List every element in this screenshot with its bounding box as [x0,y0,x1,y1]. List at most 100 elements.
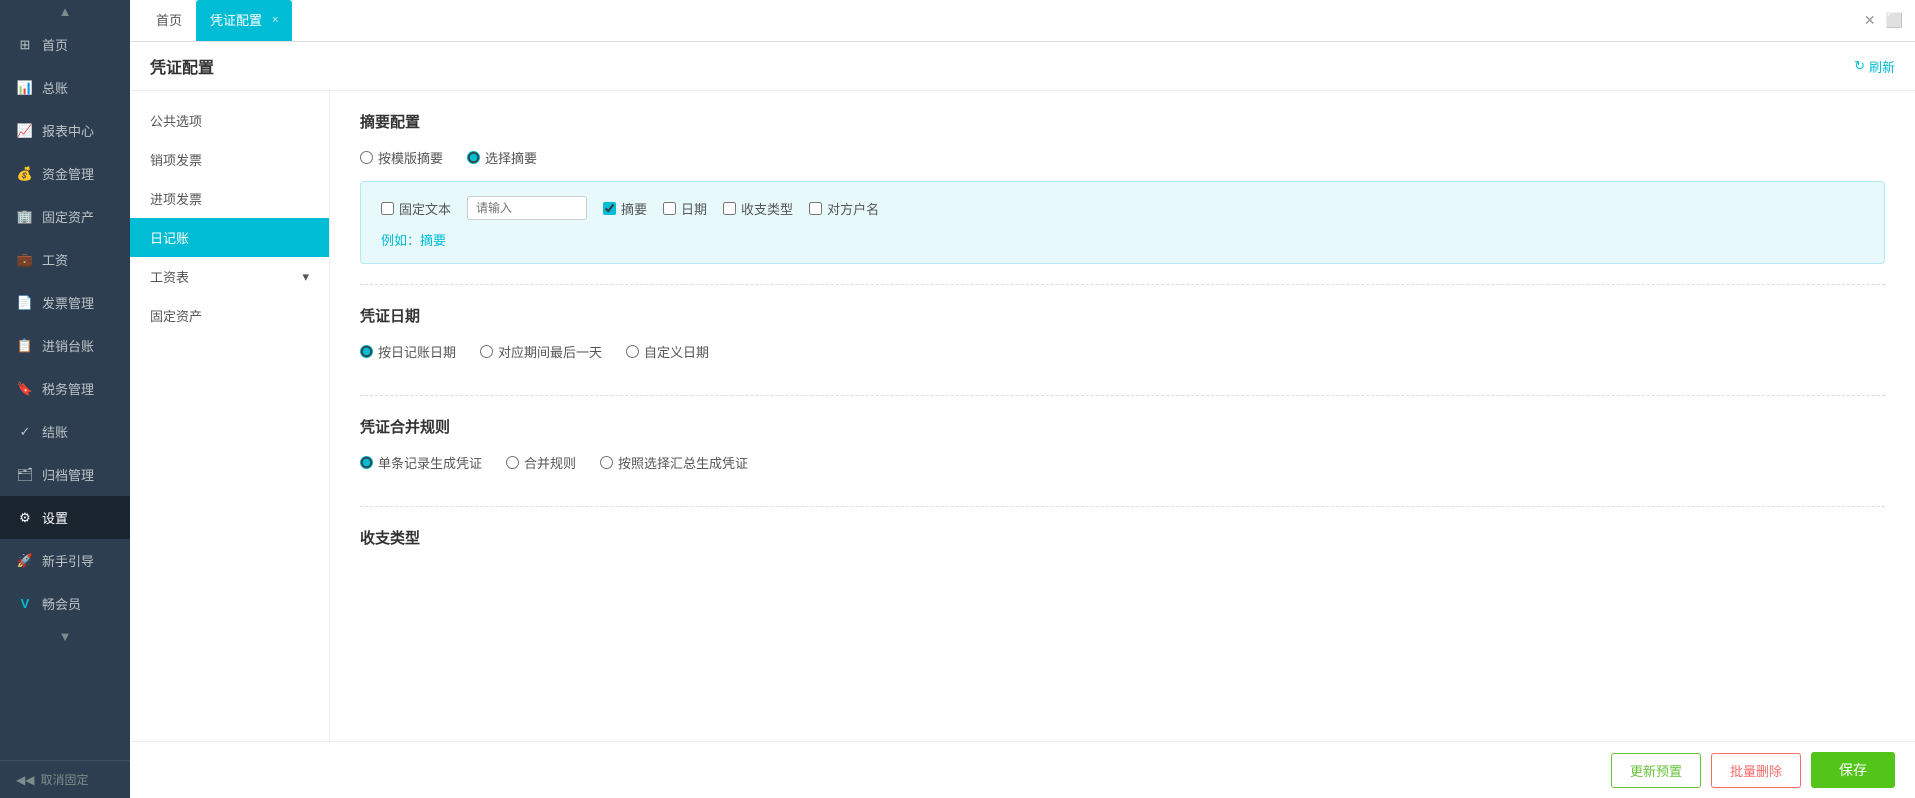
checkbox-date-input[interactable] [663,202,676,215]
sidebar-item-payroll[interactable]: 💼 工资 [0,238,130,281]
checkbox-summary-input[interactable] [603,202,616,215]
tab-bar: 首页 凭证配置 × ✕ ⬜ [130,0,1915,42]
right-content: 摘要配置 按模版摘要 选择摘要 [330,91,1915,741]
pin-icon: ◀◀ [16,773,34,787]
radio-select-merge-input[interactable] [600,456,613,469]
left-nav-public[interactable]: 公共选项 [130,101,329,140]
sidebar-item-label: 归档管理 [42,465,94,484]
radio-last-day-input[interactable] [480,345,493,358]
footer-bar: 更新预置 批量删除 保存 [130,741,1915,798]
page-content: 凭证配置 ↻ 刷新 公共选项 销项发票 进项发票 日记账 [130,42,1915,798]
sidebar-item-sales-ledger[interactable]: 📋 进销台账 [0,324,130,367]
radio-custom-date-input[interactable] [626,345,639,358]
radio-custom-date[interactable]: 自定义日期 [626,342,709,361]
left-nav-purchase-invoice[interactable]: 进项发票 [130,179,329,218]
checkbox-summary[interactable]: 摘要 [603,199,647,218]
left-nav-journal-label: 日记账 [150,228,189,247]
summary-config-title: 摘要配置 [360,111,1885,132]
sidebar-item-label: 报表中心 [42,121,94,140]
reports-icon: 📈 [16,123,34,139]
sidebar-scroll-up[interactable]: ▲ [0,0,130,23]
sidebar-item-label: 总账 [42,78,68,97]
radio-merge-rule[interactable]: 合并规则 [506,453,576,472]
sidebar-item-funds[interactable]: 💰 资金管理 [0,152,130,195]
sidebar-item-label: 进销台账 [42,336,94,355]
refresh-label: 刷新 [1869,57,1895,76]
radio-last-day-label: 对应期间最后一天 [498,342,602,361]
left-nav-fixed-assets-label: 固定资产 [150,306,202,325]
checkbox-fixed-text-input[interactable] [381,202,394,215]
voucher-merge-section: 凭证合并规则 单条记录生成凭证 合并规则 按照选择汇总生成凭证 [360,416,1885,507]
radio-select-summary-input[interactable] [467,151,480,164]
sidebar-item-assets[interactable]: 🏢 固定资产 [0,195,130,238]
tab-home[interactable]: 首页 [142,0,196,41]
sidebar-item-label: 结账 [42,422,68,441]
tab-voucher-config[interactable]: 凭证配置 × [196,0,292,41]
radio-select-summary-label: 选择摘要 [485,148,537,167]
summary-config-section: 摘要配置 按模版摘要 选择摘要 [360,111,1885,285]
checkbox-date[interactable]: 日期 [663,199,707,218]
summary-example-prefix: 例如： [381,233,420,248]
radio-journal-date-input[interactable] [360,345,373,358]
update-preview-button[interactable]: 更新预置 [1611,753,1701,788]
radio-merge-rule-input[interactable] [506,456,519,469]
save-button[interactable]: 保存 [1811,752,1895,788]
sidebar-item-label: 资金管理 [42,164,94,183]
sidebar: ▲ ⊞ 首页 📊 总账 📈 报表中心 💰 资金管理 🏢 固定资产 💼 工资 📄 … [0,0,130,798]
voucher-merge-title: 凭证合并规则 [360,416,1885,437]
page-header: 凭证配置 ↻ 刷新 [130,42,1915,91]
radio-select-summary[interactable]: 选择摘要 [467,148,537,167]
left-nav-sales-invoice[interactable]: 销项发票 [130,140,329,179]
voucher-date-radio-group: 按日记账日期 对应期间最后一天 自定义日期 [360,342,1885,361]
radio-last-day[interactable]: 对应期间最后一天 [480,342,602,361]
sidebar-item-label: 工资 [42,250,68,269]
invoice-mgmt-icon: 📄 [16,295,34,311]
sidebar-item-label: 固定资产 [42,207,94,226]
sidebar-unpin-label: 取消固定 [40,771,88,788]
sidebar-item-invoice-mgmt[interactable]: 📄 发票管理 [0,281,130,324]
left-nav-payroll-table[interactable]: 工资表 ▾ [130,257,329,296]
page-title: 凭证配置 [150,54,214,78]
left-nav-sales-invoice-label: 销项发票 [150,150,202,169]
sidebar-item-ledger[interactable]: 📊 总账 [0,66,130,109]
window-maximize-icon[interactable]: ⬜ [1886,12,1903,29]
sidebar-item-archive[interactable]: 🗂 归档管理 [0,453,130,496]
checkout-icon: ✓ [16,424,34,440]
radio-template-summary-input[interactable] [360,151,373,164]
fixed-text-input[interactable] [467,196,587,220]
checkbox-counterpart[interactable]: 对方户名 [809,199,879,218]
sidebar-item-reports[interactable]: 📈 报表中心 [0,109,130,152]
sidebar-scroll-down[interactable]: ▼ [0,625,130,648]
sidebar-item-home[interactable]: ⊞ 首页 [0,23,130,66]
left-nav-journal[interactable]: 日记账 [130,218,329,257]
sidebar-item-tax[interactable]: 🔖 税务管理 [0,367,130,410]
summary-example: 例如：摘要 [381,230,1864,249]
radio-template-summary[interactable]: 按模版摘要 [360,148,443,167]
radio-template-summary-label: 按模版摘要 [378,148,443,167]
checkbox-fixed-text[interactable]: 固定文本 [381,199,451,218]
funds-icon: 💰 [16,166,34,182]
radio-single-record[interactable]: 单条记录生成凭证 [360,453,482,472]
checkbox-counterpart-label: 对方户名 [827,199,879,218]
window-close-icon[interactable]: ✕ [1864,12,1876,29]
sidebar-item-vip[interactable]: V 畅会员 [0,582,130,625]
tab-close-icon[interactable]: × [272,14,278,26]
refresh-button[interactable]: ↻ 刷新 [1854,57,1895,76]
sidebar-item-settings[interactable]: ⚙ 设置 [0,496,130,539]
sidebar-item-checkout[interactable]: ✓ 结账 [0,410,130,453]
checkbox-income-type-label: 收支类型 [741,199,793,218]
sidebar-unpin-button[interactable]: ◀◀ 取消固定 [0,760,130,798]
batch-delete-button[interactable]: 批量删除 [1711,753,1801,788]
radio-single-record-input[interactable] [360,456,373,469]
sidebar-item-guide[interactable]: 🚀 新手引导 [0,539,130,582]
refresh-icon: ↻ [1854,58,1865,74]
sidebar-item-label: 设置 [42,508,68,527]
checkbox-counterpart-input[interactable] [809,202,822,215]
checkbox-income-type[interactable]: 收支类型 [723,199,793,218]
checkbox-income-type-input[interactable] [723,202,736,215]
radio-journal-date[interactable]: 按日记账日期 [360,342,456,361]
radio-custom-date-label: 自定义日期 [644,342,709,361]
sales-ledger-icon: 📋 [16,338,34,354]
left-nav-fixed-assets[interactable]: 固定资产 [130,296,329,335]
radio-select-merge[interactable]: 按照选择汇总生成凭证 [600,453,748,472]
